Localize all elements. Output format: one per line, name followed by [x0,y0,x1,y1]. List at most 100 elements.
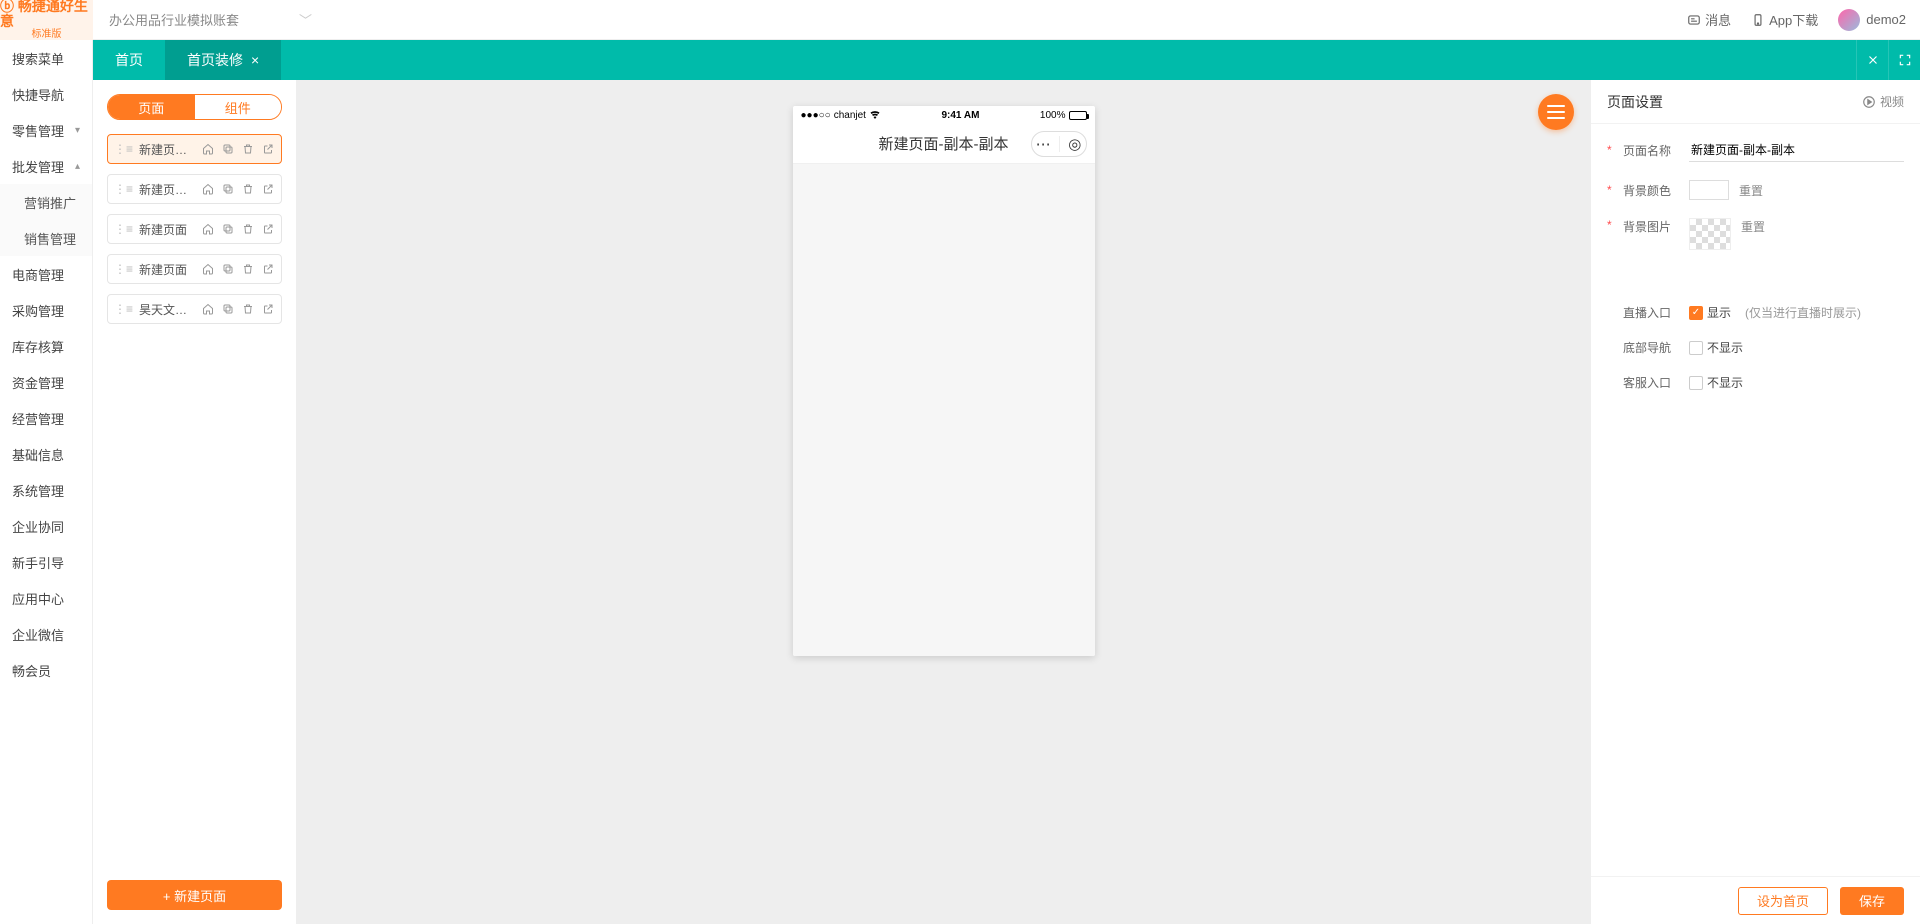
delete-icon[interactable] [241,303,255,315]
nav-wholesale[interactable]: 批发管理▴ [0,148,92,184]
nav-retail[interactable]: 零售管理▾ [0,112,92,148]
nav-onboarding[interactable]: 新手引导 [0,544,92,580]
tab-page-design-label: 首页装修 [187,50,243,70]
share-icon[interactable] [261,223,275,235]
top-bar: ⓑ 畅捷通好生意 标准版 办公用品行业模拟账套 ﹀ 消息 App下载 demo2 [0,0,1920,40]
new-page-button[interactable]: + 新建页面 [107,880,282,910]
messages-label: 消息 [1705,10,1731,29]
home-icon[interactable] [201,263,215,275]
checkbox-checked-icon: ✓ [1689,306,1703,320]
avatar [1838,9,1860,31]
nav-system[interactable]: 系统管理 [0,472,92,508]
copy-icon[interactable] [221,263,235,275]
checkbox-icon [1689,376,1703,390]
bg-image-picker[interactable] [1689,218,1731,250]
drag-icon[interactable]: ⋮≡ [114,262,133,276]
share-icon[interactable] [261,263,275,275]
home-icon[interactable] [201,303,215,315]
collapse-settings-button[interactable] [1538,94,1574,130]
copy-icon[interactable] [221,183,235,195]
nav-ecommerce[interactable]: 电商管理 [0,256,92,292]
bottom-nav-checkbox[interactable]: 不显示 [1689,339,1743,356]
nav-inventory[interactable]: 库存核算 [0,328,92,364]
account-selector-label: 办公用品行业模拟账套 [109,10,239,29]
nav-quick-nav[interactable]: 快捷导航 [0,76,92,112]
app-download-link[interactable]: App下载 [1751,10,1818,29]
tab-home[interactable]: 首页 [93,40,165,80]
messages-link[interactable]: 消息 [1687,10,1731,29]
video-help-label: 视频 [1880,93,1904,110]
chevron-down-icon: ﹀ [299,10,312,29]
message-icon [1687,13,1701,27]
share-icon[interactable] [261,183,275,195]
user-menu[interactable]: demo2 [1838,9,1906,31]
tab-close-icon[interactable]: × [251,52,259,68]
tab-page-design[interactable]: 首页装修 × [165,40,281,80]
copy-icon[interactable] [221,143,235,155]
delete-icon[interactable] [241,223,255,235]
nav-funds[interactable]: 资金管理 [0,364,92,400]
miniprogram-capsule[interactable]: ⋯ ◎ [1031,131,1087,157]
nav-search-menu[interactable]: 搜索菜单 [0,40,92,76]
carrier-label: chanjet [834,110,866,121]
nav-basic-info[interactable]: 基础信息 [0,436,92,472]
more-icon[interactable]: ⋯ [1036,135,1051,153]
home-icon[interactable] [201,183,215,195]
nav-sales[interactable]: 销售管理 [0,220,92,256]
nav-operation[interactable]: 经营管理 [0,400,92,436]
brand-logo: ⓑ 畅捷通好生意 标准版 [0,0,93,40]
app-download-label: App下载 [1769,10,1818,29]
brand-mark: ⓑ 畅捷通好生意 [0,0,93,29]
phone-status-bar: ●●●○○ chanjet 9:41 AM 100% [793,106,1095,124]
wifi-icon [869,109,881,122]
page-list-item[interactable]: ⋮≡ 新建页面 [107,214,282,244]
account-selector[interactable]: 办公用品行业模拟账套 ﹀ [109,10,312,29]
page-list-item[interactable]: ⋮≡ 昊天文具店 [107,294,282,324]
home-icon[interactable] [201,143,215,155]
save-button[interactable]: 保存 [1840,887,1904,915]
delete-icon[interactable] [241,183,255,195]
drag-icon[interactable]: ⋮≡ [114,142,133,156]
video-help-link[interactable]: 视频 [1862,93,1904,110]
page-list-item[interactable]: ⋮≡ 新建页面 [107,254,282,284]
delete-icon[interactable] [241,263,255,275]
page-list-panel: 页面 组件 ⋮≡ 新建页面-副本... ⋮≡ 新建页 [93,80,297,924]
service-entry-checkbox[interactable]: 不显示 [1689,374,1743,391]
tabs-close-all[interactable] [1856,40,1888,80]
phone-body[interactable] [793,164,1095,656]
tabs-fullscreen[interactable] [1888,40,1920,80]
set-home-button[interactable]: 设为首页 [1738,887,1828,915]
bg-image-label: 背景图片 [1623,218,1679,235]
left-nav: 搜索菜单 快捷导航 零售管理▾ 批发管理▴ 营销推广 销售管理 电商管理 采购管… [0,40,93,924]
target-icon[interactable]: ◎ [1068,135,1081,153]
nav-collab[interactable]: 企业协同 [0,508,92,544]
page-item-name: 新建页面 [139,261,195,278]
live-entry-checkbox[interactable]: ✓ 显示 [1689,304,1731,321]
nav-vip[interactable]: 畅会员 [0,652,92,688]
page-list-item[interactable]: ⋮≡ 新建页面-副本 [107,174,282,204]
delete-icon[interactable] [241,143,255,155]
home-icon[interactable] [201,223,215,235]
copy-icon[interactable] [221,223,235,235]
nav-marketing[interactable]: 营销推广 [0,184,92,220]
nav-purchase[interactable]: 采购管理 [0,292,92,328]
share-icon[interactable] [261,143,275,155]
bg-color-reset[interactable]: 重置 [1739,182,1763,199]
page-name-input[interactable] [1689,138,1904,162]
bg-image-reset[interactable]: 重置 [1741,218,1765,235]
copy-icon[interactable] [221,303,235,315]
settings-title: 页面设置 [1607,92,1663,112]
segment-component[interactable]: 组件 [195,95,282,119]
share-icon[interactable] [261,303,275,315]
page-item-name: 新建页面-副本 [139,181,195,198]
nav-app-center[interactable]: 应用中心 [0,580,92,616]
segment-page[interactable]: 页面 [108,95,195,119]
checkbox-icon [1689,341,1703,355]
drag-icon[interactable]: ⋮≡ [114,222,133,236]
nav-wechat-work[interactable]: 企业微信 [0,616,92,652]
bg-color-picker[interactable] [1689,180,1729,200]
chevron-down-icon: ▾ [75,125,80,136]
drag-icon[interactable]: ⋮≡ [114,182,133,196]
drag-icon[interactable]: ⋮≡ [114,302,133,316]
page-list-item[interactable]: ⋮≡ 新建页面-副本... [107,134,282,164]
